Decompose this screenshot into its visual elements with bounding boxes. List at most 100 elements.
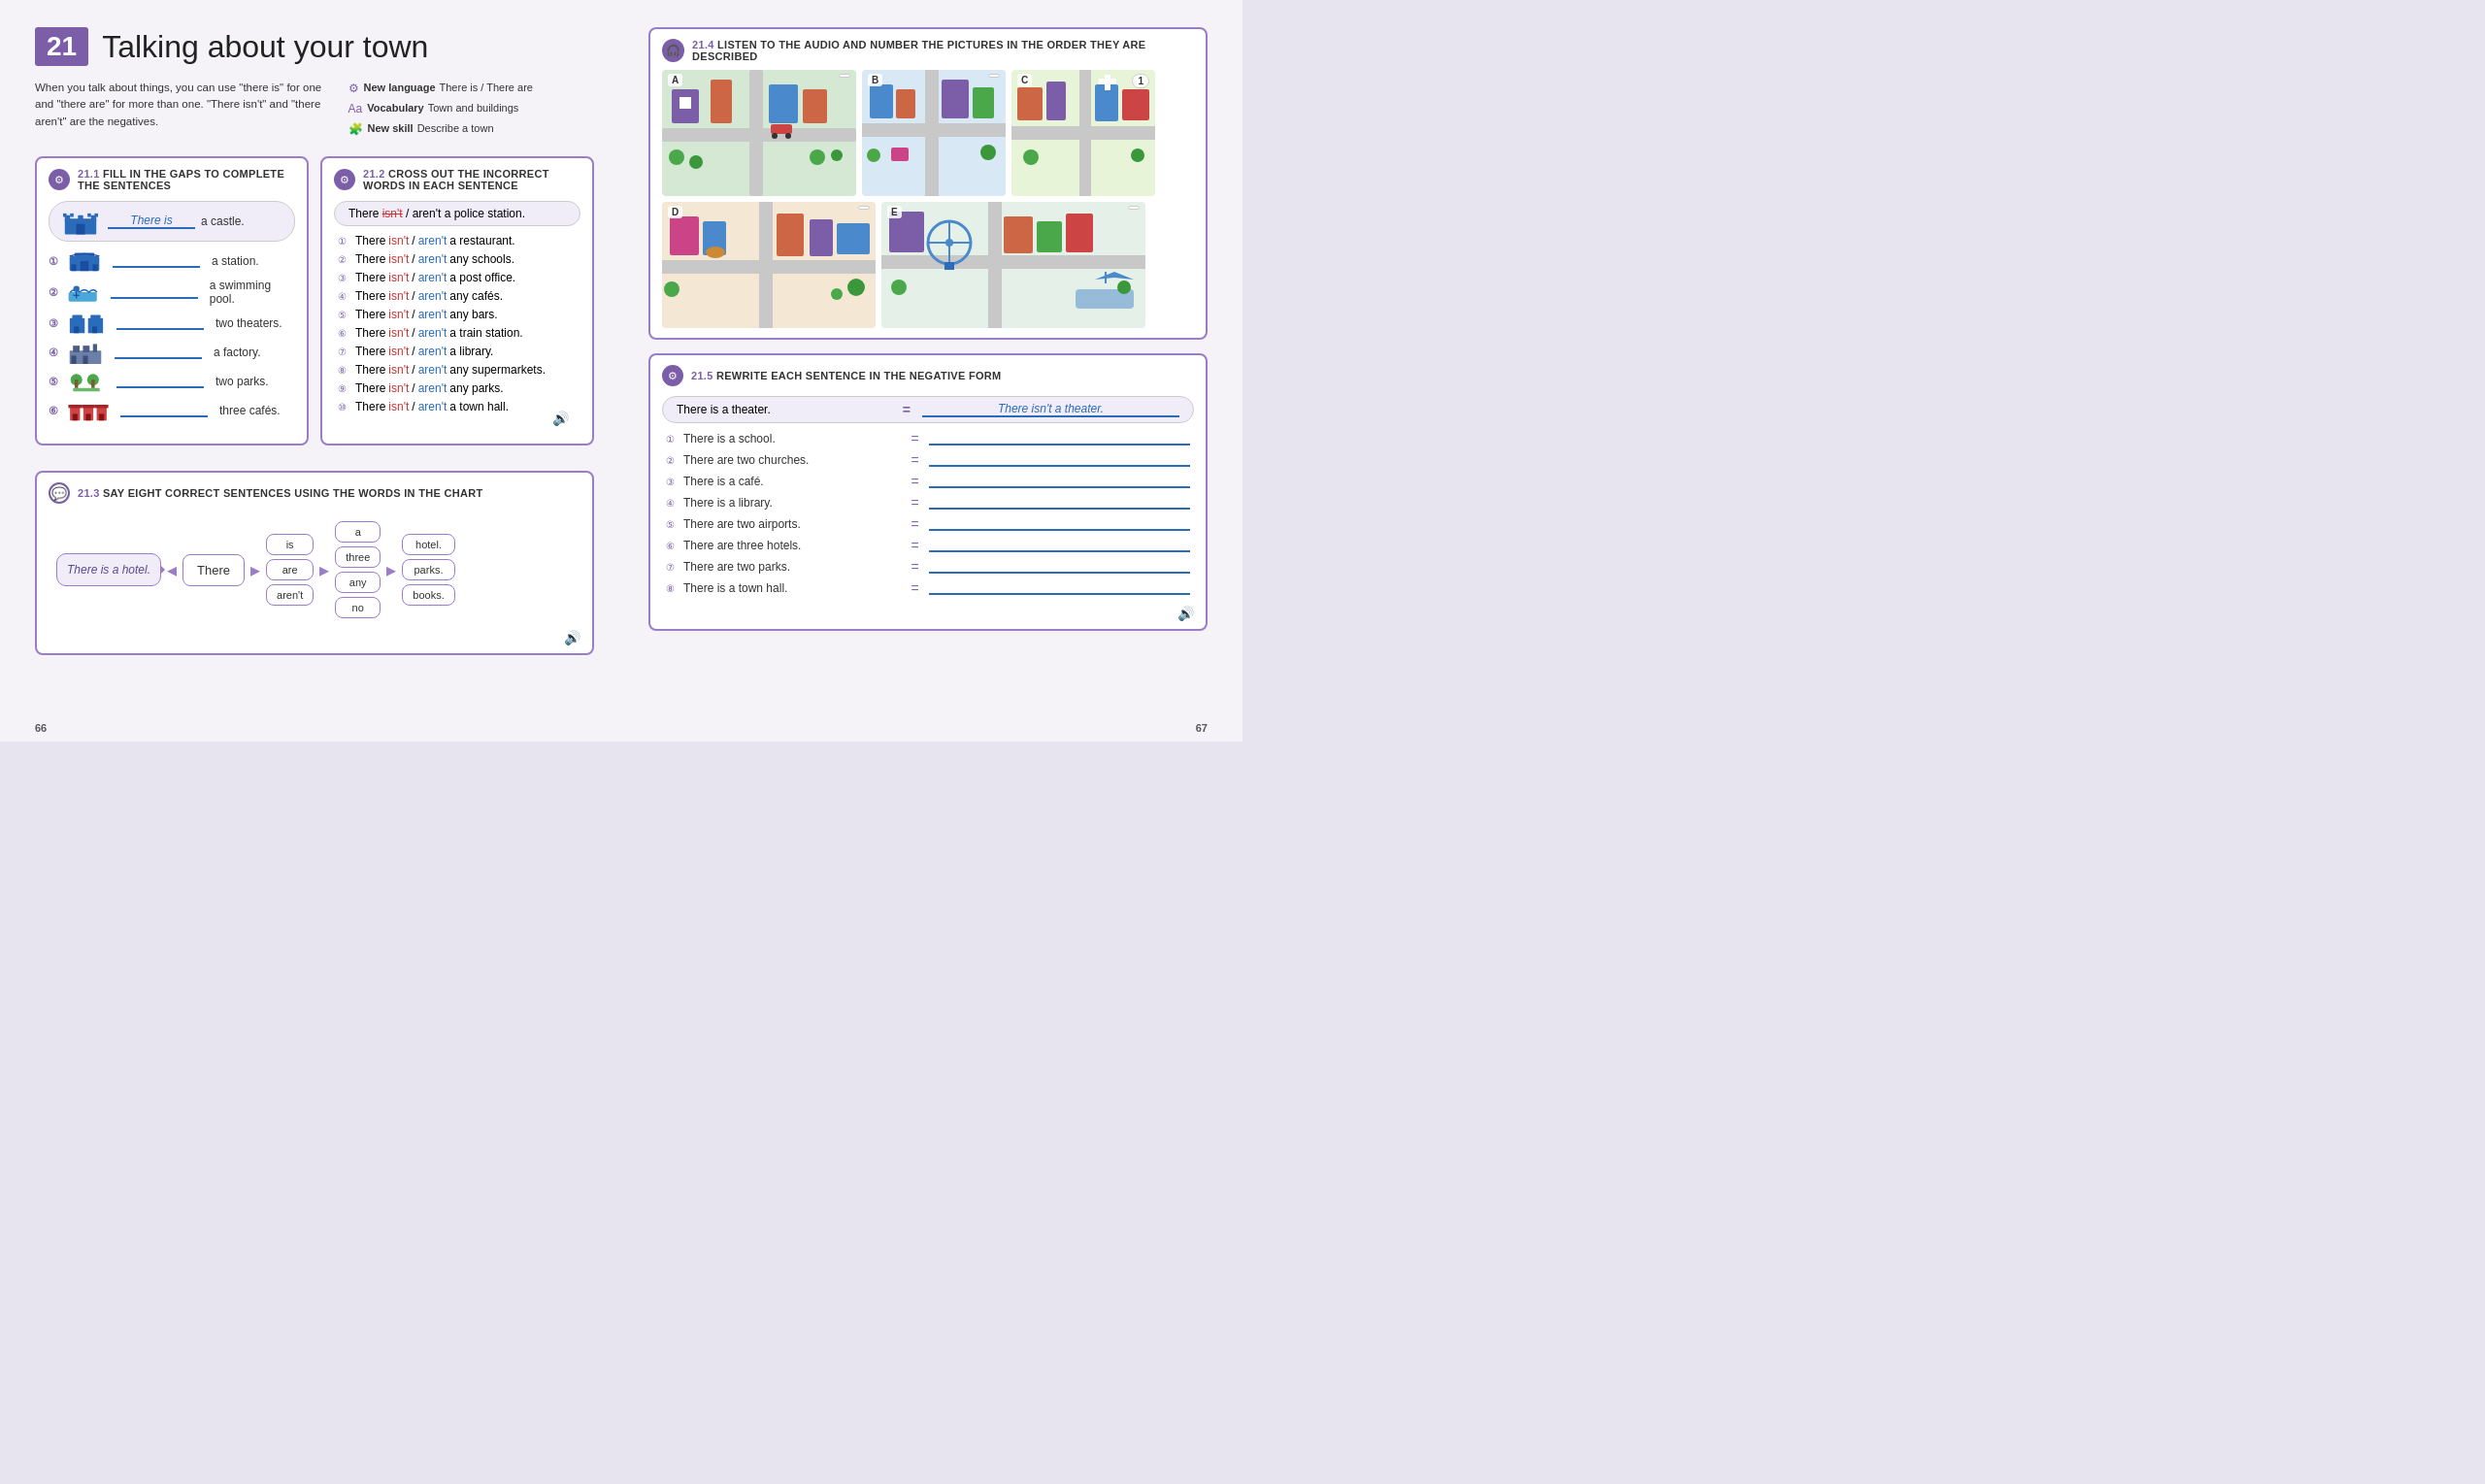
map-num-b	[988, 74, 1000, 78]
castle-icon	[63, 208, 98, 235]
svg-rect-5	[63, 214, 67, 217]
map-label-c: C	[1017, 74, 1032, 86]
svg-rect-12	[93, 264, 98, 271]
svg-point-51	[669, 149, 684, 165]
fill-row-3: ③ two theaters.	[49, 312, 295, 335]
fill-rest-4: a factory.	[214, 346, 260, 359]
rewrite-sentence-6: There are three hotels.	[683, 539, 901, 552]
svg-rect-83	[837, 223, 870, 254]
svg-rect-28	[71, 355, 76, 364]
map-photo-c: C 1	[1011, 70, 1155, 196]
rewrite-eq-4: =	[911, 495, 918, 511]
town-map-area: A	[662, 70, 1194, 196]
section-21-3-header: 💬 21.3 SAY EIGHT CORRECT SENTENCES USING…	[49, 482, 580, 504]
map-svg-d	[662, 202, 876, 328]
svg-rect-81	[777, 214, 804, 256]
fill-line-2[interactable]	[111, 285, 198, 299]
svg-rect-8	[94, 214, 98, 217]
svg-rect-59	[925, 70, 939, 196]
station-icon	[68, 249, 101, 273]
fill-example-row: There is a castle.	[49, 201, 295, 242]
svg-rect-69	[1017, 87, 1043, 120]
svg-rect-25	[73, 346, 80, 352]
fill-rest-1: a station.	[212, 254, 259, 268]
svg-point-52	[689, 155, 703, 169]
fill-line-6[interactable]	[120, 404, 208, 417]
crossout-example: There isn't / aren't a police station.	[334, 201, 580, 226]
rewrite-line-3[interactable]	[929, 475, 1190, 488]
section-21-4-title: 21.4 LISTEN TO THE AUDIO AND NUMBER THE …	[692, 39, 1194, 62]
svg-rect-45	[749, 70, 763, 196]
svg-point-75	[1023, 149, 1039, 165]
page-number-left: 66	[35, 722, 47, 734]
rewrite-line-5[interactable]	[929, 517, 1190, 531]
fill-line-4[interactable]	[115, 346, 202, 359]
section-21-2-header: ⚙ 21.2 CROSS OUT THE INCORRECT WORDS IN …	[334, 168, 580, 191]
speaker-icon-21-3: 🔊	[564, 630, 580, 645]
rewrite-row-2: ② There are two churches. =	[662, 452, 1194, 468]
is-are-node: is are aren't	[266, 534, 314, 606]
section-21-5: ⚙ 21.5 REWRITE EACH SENTENCE IN THE NEGA…	[648, 353, 1208, 631]
rewrite-eq-7: =	[911, 559, 918, 575]
crossout-row-6: ⑥ There isn't / aren't a train station.	[334, 326, 580, 340]
page-title: Talking about your town	[102, 29, 428, 65]
correct-arent: aren't	[413, 207, 442, 220]
fill-rest-3: two theaters.	[215, 316, 282, 330]
svg-rect-22	[74, 326, 79, 333]
svg-rect-74	[1099, 79, 1116, 84]
section-21-3: 💬 21.3 SAY EIGHT CORRECT SENTENCES USING…	[35, 471, 594, 655]
pool-icon	[67, 280, 98, 304]
svg-rect-61	[896, 89, 915, 118]
svg-rect-63	[973, 87, 994, 118]
fill-row-2: ② a swimming pool.	[49, 279, 295, 306]
fill-row-5: ⑤ two parks.	[49, 370, 295, 393]
noun-node: hotel. parks. books.	[402, 534, 454, 606]
svg-point-85	[664, 281, 679, 297]
rewrite-sentence-1: There is a school.	[683, 432, 901, 445]
map-num-a	[839, 74, 850, 78]
rewrite-line-1[interactable]	[929, 432, 1190, 445]
svg-rect-23	[92, 326, 97, 333]
rewrite-line-8[interactable]	[929, 581, 1190, 595]
svg-rect-29	[83, 355, 87, 364]
crossout-row-3: ③ There isn't / aren't a post office.	[334, 271, 580, 284]
fill-line-3[interactable]	[116, 316, 204, 330]
gear-icon-21-2: ⚙	[334, 169, 355, 190]
fill-rest-5: two parks.	[215, 375, 269, 388]
map-svg-e	[881, 202, 1145, 328]
svg-rect-88	[881, 255, 1145, 269]
section-21-4: 🎧 21.4 LISTEN TO THE AUDIO AND NUMBER TH…	[648, 27, 1208, 340]
rewrite-line-6[interactable]	[929, 539, 1190, 552]
skill-icon: 🧩	[348, 120, 363, 138]
svg-rect-40	[95, 405, 109, 408]
rewrite-line-2[interactable]	[929, 453, 1190, 467]
svg-point-56	[772, 133, 778, 139]
svg-rect-4	[77, 224, 85, 235]
svg-rect-31	[75, 379, 78, 388]
rewrite-line-4[interactable]	[929, 496, 1190, 510]
chapter-number: 21	[35, 27, 88, 66]
there-node: There	[182, 554, 245, 586]
section-21-1: ⚙ 21.1 FILL IN THE GAPS TO COMPLETE THE …	[35, 156, 309, 445]
map-num-c: 1	[1132, 74, 1149, 88]
svg-point-84	[706, 247, 725, 258]
vocab-value: Town and buildings	[428, 100, 519, 116]
rewrite-example: There is a theater. = There isn't a thea…	[662, 396, 1194, 423]
quantifier-node: a three any no	[335, 521, 381, 618]
fill-line-1[interactable]	[113, 254, 200, 268]
svg-point-102	[1117, 280, 1131, 294]
fill-row-1: ① a station.	[49, 249, 295, 273]
rewrite-line-7[interactable]	[929, 560, 1190, 574]
fill-line-5[interactable]	[116, 375, 204, 388]
crossout-row-8: ⑧ There isn't / aren't any supermarkets.	[334, 363, 580, 377]
svg-point-76	[1131, 148, 1144, 162]
map-photo-d: D	[662, 202, 876, 328]
fill-row-6: ⑥ three cafés.	[49, 399, 295, 422]
skill-label: New skill	[368, 120, 414, 137]
map-photo-e: E	[881, 202, 1145, 328]
section-21-5-title: 21.5 REWRITE EACH SENTENCE IN THE NEGATI…	[691, 370, 1002, 381]
map-label-d: D	[668, 206, 682, 218]
svg-point-15	[74, 286, 80, 292]
language-value: There is / There are	[440, 80, 533, 96]
map-svg-b	[862, 70, 1006, 196]
